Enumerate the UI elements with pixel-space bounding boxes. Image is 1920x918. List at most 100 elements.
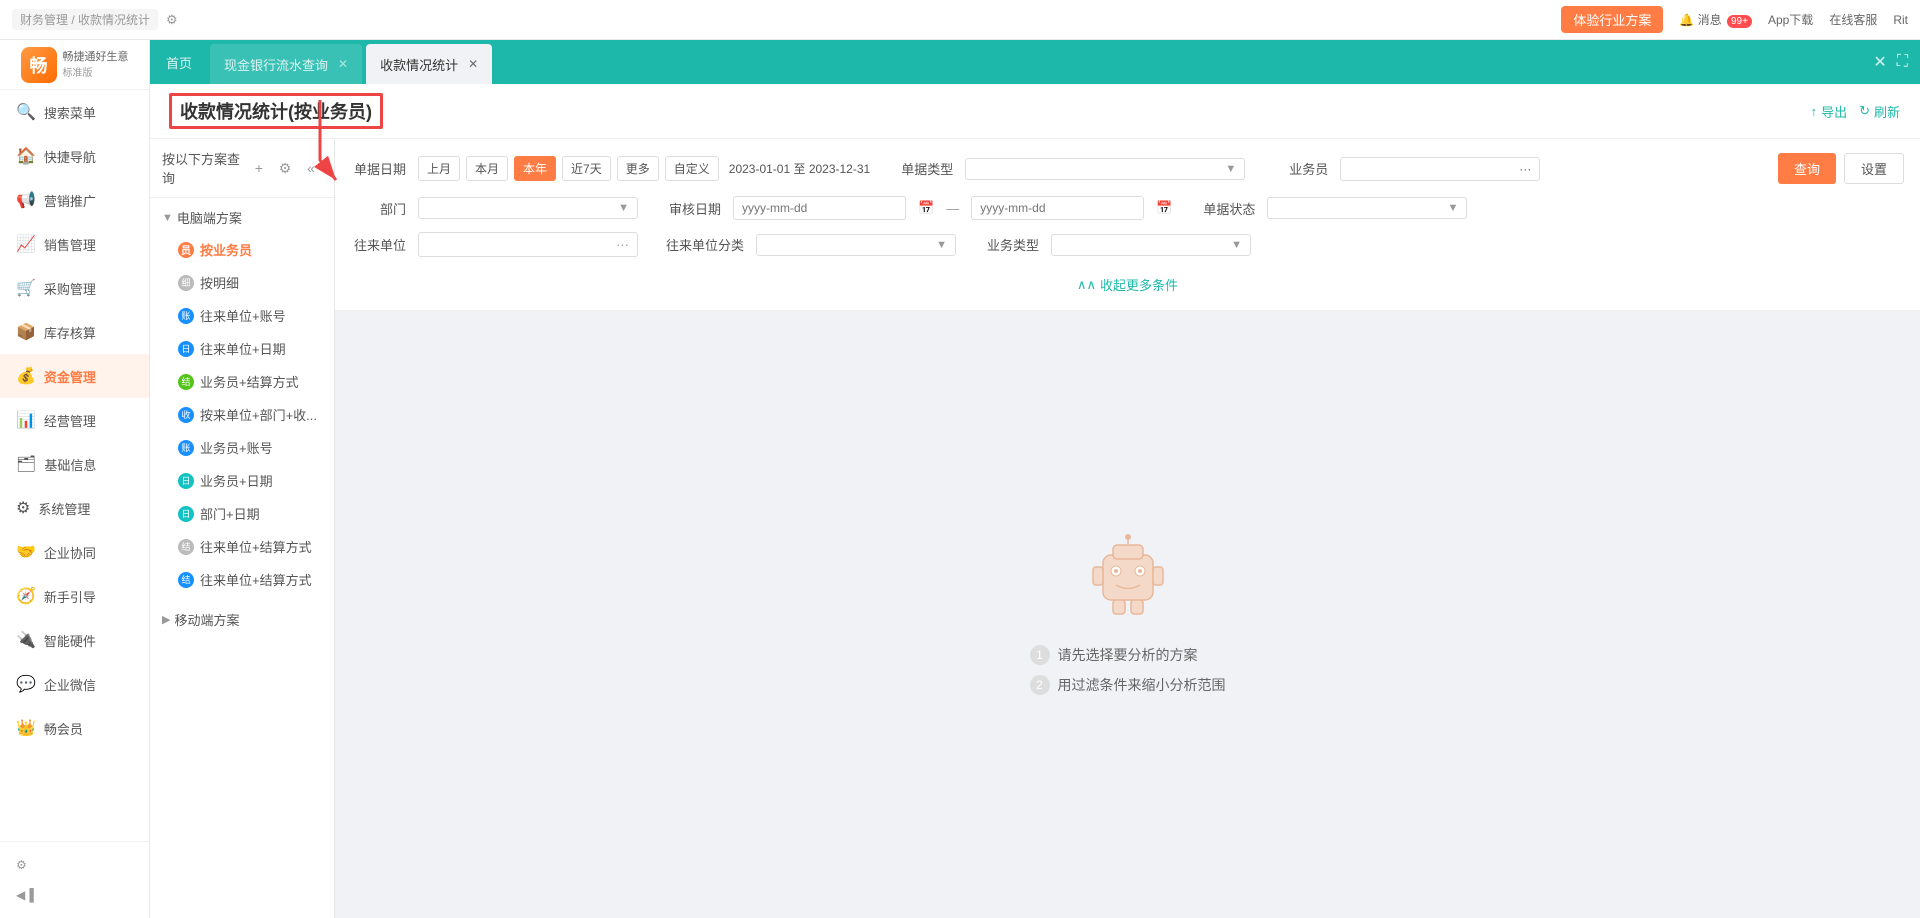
nav-wechat[interactable]: 💬 企业微信 <box>0 662 149 706</box>
scheme-item-partner-account[interactable]: 账 往来单位+账号 <box>150 299 334 332</box>
top-bar-right: 体验行业方案 🔔 消息 99+ App下载 在线客服 Rit <box>1561 6 1908 33</box>
marketing-icon: 📢 <box>16 190 36 210</box>
review-date-label: 审核日期 <box>666 199 721 218</box>
nav-purchase-label: 采购管理 <box>44 279 96 298</box>
salesperson-label: 业务员 <box>1273 159 1328 178</box>
scheme-item-partner-settle2[interactable]: 结 往来单位+结算方式 <box>150 563 334 596</box>
partner-more-icon[interactable]: ··· <box>616 237 629 252</box>
tab-bank-close[interactable]: ✕ <box>338 57 348 71</box>
tip-2-text: 用过滤条件来缩小分析范围 <box>1058 675 1226 695</box>
notifications-item[interactable]: 🔔 消息 99+ <box>1679 11 1752 28</box>
pc-scheme-group-header[interactable]: ▼ 电脑端方案 <box>150 202 334 233</box>
scheme-item-partner-date[interactable]: 日 往来单位+日期 <box>150 332 334 365</box>
scheme-item-detail[interactable]: 细 按明细 <box>150 266 334 299</box>
nav-finance[interactable]: 💰 资金管理 <box>0 354 149 398</box>
logo-text: 畅捷通好生意 <box>63 50 129 64</box>
tab-close-all-icon[interactable]: ✕ <box>1873 52 1886 72</box>
partner-category-select[interactable]: ▼ <box>756 234 956 256</box>
refresh-button[interactable]: ↻ 刷新 <box>1859 102 1900 121</box>
tab-home[interactable]: 首页 <box>150 40 208 84</box>
nav-sales[interactable]: 📈 销售管理 <box>0 222 149 266</box>
sidebar-settings-btn[interactable]: ⚙ <box>0 850 149 880</box>
nav-sales-label: 销售管理 <box>44 235 96 254</box>
calendar-start-icon[interactable]: 📅 <box>918 200 934 216</box>
nav-corp[interactable]: 🤝 企业协同 <box>0 530 149 574</box>
panel-collapse-button[interactable]: « <box>300 157 322 179</box>
salesperson-select[interactable]: ··· <box>1340 157 1540 181</box>
scheme-item-partner-dept[interactable]: 收 按来单位+部门+收... <box>150 398 334 431</box>
scheme-settings-button[interactable]: ⚙ <box>274 157 296 179</box>
left-panel-header: 按以下方案查询 + ⚙ « <box>150 139 334 198</box>
scheme-item-salesperson-date[interactable]: 日 业务员+日期 <box>150 464 334 497</box>
search-icon: 🔍 <box>16 102 36 122</box>
settings-icon[interactable]: ⚙ <box>166 12 178 28</box>
scheme-partner-settle1-icon: 结 <box>178 539 194 555</box>
calendar-end-icon[interactable]: 📅 <box>1156 200 1172 216</box>
inventory-icon: 📦 <box>16 322 36 342</box>
nav-member[interactable]: 👑 畅会员 <box>0 706 149 750</box>
date-btn-thismonth[interactable]: 本月 <box>466 156 508 181</box>
review-date-start[interactable] <box>733 196 906 220</box>
doc-type-chevron: ▼ <box>1225 163 1236 175</box>
scheme-item-partner-settle1[interactable]: 结 往来单位+结算方式 <box>150 530 334 563</box>
left-panel: 按以下方案查询 + ⚙ « <box>150 139 335 918</box>
online-service-link[interactable]: 在线客服 <box>1829 11 1877 28</box>
nav-marketing[interactable]: 📢 营销推广 <box>0 178 149 222</box>
nav-hardware[interactable]: 🔌 智能硬件 <box>0 618 149 662</box>
filter-settings-button[interactable]: 设置 <box>1844 153 1904 184</box>
nav-member-label: 畅会员 <box>44 719 83 738</box>
doc-type-select[interactable]: ▼ <box>965 158 1245 180</box>
nav-search[interactable]: 🔍 搜索菜单 <box>0 90 149 134</box>
review-date-end[interactable] <box>971 196 1144 220</box>
tip-num-1: 1 <box>1030 645 1050 665</box>
scheme-item-salesperson-settle[interactable]: 结 业务员+结算方式 <box>150 365 334 398</box>
collapse-chevron-icon: ∧∧ <box>1077 277 1096 293</box>
tab-receipt-close[interactable]: ✕ <box>468 57 478 71</box>
nav-system[interactable]: ⚙ 系统管理 <box>0 486 149 530</box>
nav-inventory[interactable]: 📦 库存核算 <box>0 310 149 354</box>
pc-expand-icon: ▼ <box>162 212 173 224</box>
page-header: 收款情况统计(按业务员) ↑ 导出 ↻ 刷新 <box>150 84 1920 139</box>
query-button[interactable]: 查询 <box>1778 153 1836 184</box>
scheme-partner-date-label: 往来单位+日期 <box>200 339 286 358</box>
mobile-scheme-group-header[interactable]: ▶ 移动端方案 <box>150 604 334 635</box>
export-button[interactable]: ↑ 导出 <box>1811 102 1848 121</box>
nav-baseinfo[interactable]: 🗂 基础信息 <box>0 442 149 486</box>
scheme-item-salesperson-acct[interactable]: 账 业务员+账号 <box>150 431 334 464</box>
nav-guide[interactable]: 🧭 新手引导 <box>0 574 149 618</box>
filter-row-3: 往来单位 ··· 往来单位分类 ▼ 业务类型 <box>351 232 1904 257</box>
system-icon: ⚙ <box>16 498 30 518</box>
scheme-item-salesperson[interactable]: 员 按业务员 <box>150 233 334 266</box>
data-area: 1 请先选择要分析的方案 2 用过滤条件来缩小分析范围 <box>335 311 1920 918</box>
nav-quicknav[interactable]: 🏠 快捷导航 <box>0 134 149 178</box>
nav-operation[interactable]: 📊 经营管理 <box>0 398 149 442</box>
tab-receipt[interactable]: 收款情况统计 ✕ <box>366 44 492 84</box>
nav-guide-label: 新手引导 <box>44 587 96 606</box>
user-name[interactable]: Rit <box>1893 13 1908 27</box>
partner-select[interactable]: ··· <box>418 232 638 257</box>
app-download-link[interactable]: App下载 <box>1768 11 1813 28</box>
date-btn-custom[interactable]: 自定义 <box>665 156 719 181</box>
date-btn-7days[interactable]: 近7天 <box>562 156 611 181</box>
date-shortcut-group: 上月 本月 本年 近7天 更多 自定义 2023-01-01 至 2023-12… <box>418 156 870 181</box>
business-type-select[interactable]: ▼ <box>1051 234 1251 256</box>
sidebar-collapse-btn[interactable]: ◀▐ <box>0 880 149 910</box>
scheme-partner-settle2-icon: 结 <box>178 572 194 588</box>
empty-tip-1: 1 请先选择要分析的方案 <box>1030 645 1226 665</box>
notifications-label: 消息 <box>1698 13 1722 27</box>
doc-status-select[interactable]: ▼ <box>1267 197 1467 219</box>
date-btn-thisyear[interactable]: 本年 <box>514 156 556 181</box>
baseinfo-icon: 🗂 <box>16 454 36 474</box>
date-btn-lastmonth[interactable]: 上月 <box>418 156 460 181</box>
date-btn-more[interactable]: 更多 <box>617 156 659 181</box>
collapse-more-button[interactable]: ∧∧ 收起更多条件 <box>351 269 1904 300</box>
dept-chevron: ▼ <box>618 202 629 214</box>
add-scheme-button[interactable]: + <box>248 157 270 179</box>
tab-bank[interactable]: 现金银行流水查询 ✕ <box>210 44 362 84</box>
scheme-item-dept-date[interactable]: 日 部门+日期 <box>150 497 334 530</box>
tab-expand-icon[interactable]: ⛶ <box>1897 53 1908 71</box>
date-label: 单据日期 <box>351 159 406 178</box>
nav-purchase[interactable]: 🛒 采购管理 <box>0 266 149 310</box>
trial-button[interactable]: 体验行业方案 <box>1561 6 1663 33</box>
dept-select[interactable]: ▼ <box>418 197 638 219</box>
